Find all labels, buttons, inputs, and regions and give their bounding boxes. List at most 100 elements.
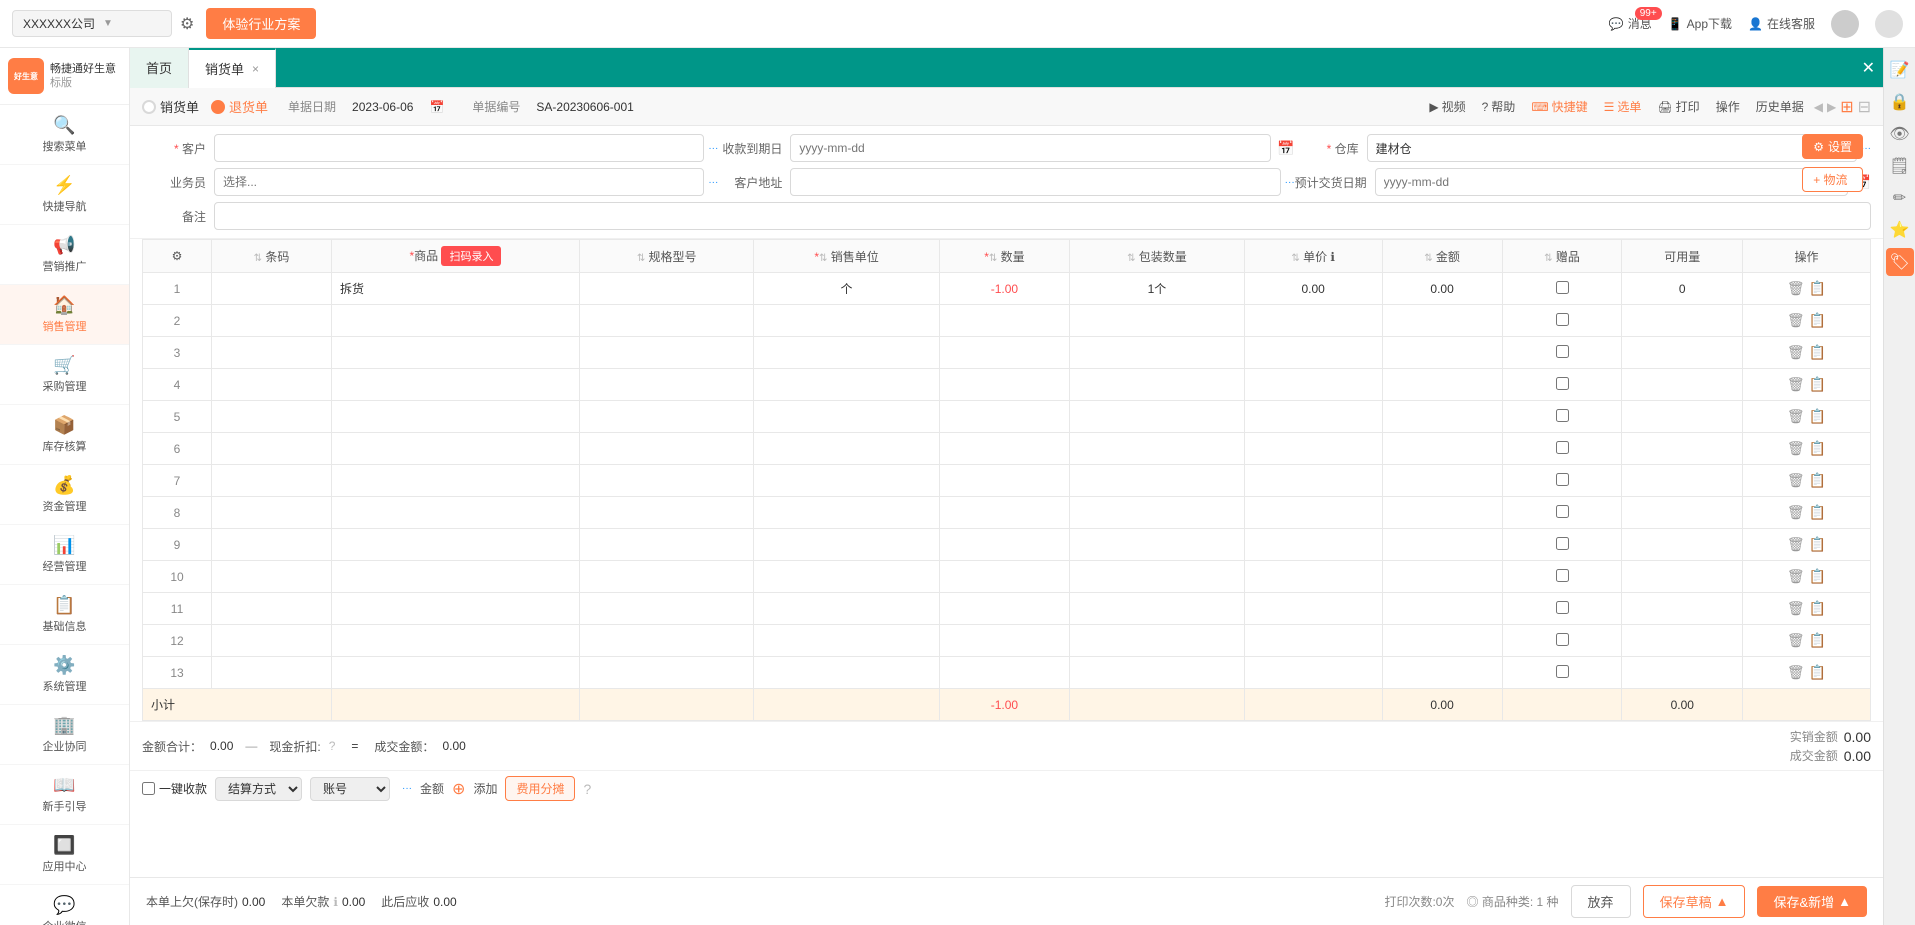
address-more-icon[interactable]: ··· (1285, 177, 1295, 188)
row-spec[interactable] (579, 337, 754, 369)
row-price[interactable] (1244, 465, 1382, 497)
salesperson-more-icon[interactable]: ··· (708, 177, 718, 188)
next-icon[interactable]: ▶ (1827, 100, 1836, 114)
row-product[interactable] (331, 433, 579, 465)
delete-row-icon[interactable]: 🗑 (1787, 408, 1805, 425)
radio-sale[interactable]: 销货单 (142, 97, 199, 116)
tab-home[interactable]: 首页 (130, 48, 189, 88)
row-gift[interactable] (1502, 337, 1622, 369)
row-amount[interactable] (1382, 401, 1502, 433)
sidebar-item-base[interactable]: 📋 基础信息 (0, 585, 129, 645)
row-pack-qty[interactable] (1070, 465, 1245, 497)
row-product[interactable] (331, 657, 579, 689)
row-price[interactable] (1244, 593, 1382, 625)
video-button[interactable]: ▶ 视频 (1423, 96, 1471, 117)
row-gift[interactable] (1502, 465, 1622, 497)
expense-split-button[interactable]: 费用分摊 (505, 776, 575, 801)
row-gift[interactable] (1502, 497, 1622, 529)
row-pack-qty[interactable] (1070, 337, 1245, 369)
col-settings[interactable]: ⚙ (143, 240, 212, 273)
due-date-calendar-icon[interactable]: 📅 (1277, 140, 1294, 157)
row-pack-qty[interactable] (1070, 433, 1245, 465)
shortcut-button[interactable]: ⌨ 快捷键 (1525, 96, 1593, 117)
one-click-payment-checkbox[interactable]: 一键收款 (142, 780, 207, 797)
row-gift[interactable] (1502, 305, 1622, 337)
delete-row-icon[interactable]: 🗑 (1787, 280, 1805, 297)
sidebar-item-enterprise[interactable]: 🏢 企业协同 (0, 705, 129, 765)
sidebar-item-quick[interactable]: ⚡ 快捷导航 (0, 165, 129, 225)
row-gift[interactable] (1502, 273, 1622, 305)
row-pack-qty[interactable] (1070, 625, 1245, 657)
row-barcode[interactable] (212, 465, 332, 497)
row-gift[interactable] (1502, 433, 1622, 465)
logistics-action-button[interactable]: + 物流 (1802, 167, 1863, 192)
row-product[interactable] (331, 465, 579, 497)
customer-input[interactable] (214, 134, 704, 162)
operate-button[interactable]: 操作 (1710, 96, 1746, 117)
remarks-input[interactable] (214, 202, 1871, 230)
row-qty[interactable] (939, 593, 1070, 625)
sidebar-item-purchase[interactable]: 🛒 采购管理 (0, 345, 129, 405)
expense-help-icon[interactable]: ? (583, 781, 591, 797)
row-price[interactable] (1244, 433, 1382, 465)
row-amount[interactable]: 0.00 (1382, 273, 1502, 305)
row-unit[interactable]: 个 (754, 273, 939, 305)
trial-button[interactable]: 体验行业方案 (206, 8, 316, 39)
row-spec[interactable] (579, 465, 754, 497)
row-spec[interactable] (579, 657, 754, 689)
row-product[interactable] (331, 497, 579, 529)
question-icon[interactable]: ? (329, 739, 336, 753)
row-qty[interactable] (939, 369, 1070, 401)
row-qty[interactable] (939, 401, 1070, 433)
row-amount[interactable] (1382, 305, 1502, 337)
row-amount[interactable] (1382, 657, 1502, 689)
payment-more-icon[interactable]: ··· (402, 783, 412, 794)
window-close-button[interactable]: ✕ (1862, 58, 1875, 78)
row-amount[interactable] (1382, 625, 1502, 657)
row-spec[interactable] (579, 561, 754, 593)
row-price[interactable] (1244, 657, 1382, 689)
row-barcode[interactable] (212, 625, 332, 657)
copy-row-icon[interactable]: 📋 (1809, 600, 1826, 617)
prev-icon[interactable]: ◀ (1814, 100, 1823, 114)
salesperson-input[interactable] (214, 168, 704, 196)
row-pack-qty[interactable] (1070, 529, 1245, 561)
row-price[interactable] (1244, 561, 1382, 593)
row-unit[interactable] (754, 625, 939, 657)
copy-row-icon[interactable]: 📋 (1809, 440, 1826, 457)
row-price[interactable] (1244, 337, 1382, 369)
row-amount[interactable] (1382, 433, 1502, 465)
copy-row-icon[interactable]: 📋 (1809, 280, 1826, 297)
row-spec[interactable] (579, 497, 754, 529)
row-gift[interactable] (1502, 369, 1622, 401)
row-barcode[interactable] (212, 529, 332, 561)
expected-date-input[interactable] (1375, 168, 1848, 196)
row-gift[interactable] (1502, 625, 1622, 657)
calendar-icon[interactable]: 📅 (429, 100, 444, 114)
row-qty[interactable] (939, 529, 1070, 561)
customer-address-input[interactable] (790, 168, 1280, 196)
row-price[interactable] (1244, 625, 1382, 657)
row-qty[interactable] (939, 561, 1070, 593)
history-button[interactable]: 历史单据 (1750, 96, 1810, 117)
row-spec[interactable] (579, 369, 754, 401)
row-unit[interactable] (754, 593, 939, 625)
row-qty[interactable] (939, 433, 1070, 465)
row-spec[interactable] (579, 529, 754, 561)
delete-row-icon[interactable]: 🗑 (1787, 632, 1805, 649)
row-barcode[interactable] (212, 305, 332, 337)
right-panel-btn-3[interactable]: 👁 (1886, 120, 1914, 148)
delete-row-icon[interactable]: 🗑 (1787, 536, 1805, 553)
row-gift[interactable] (1502, 401, 1622, 433)
row-pack-qty[interactable] (1070, 593, 1245, 625)
row-pack-qty[interactable] (1070, 561, 1245, 593)
notification-button[interactable]: 💬 消息 99+ (1609, 15, 1652, 32)
row-gift[interactable] (1502, 561, 1622, 593)
copy-row-icon[interactable]: 📋 (1809, 632, 1826, 649)
warehouse-input[interactable] (1367, 134, 1857, 162)
sidebar-item-marketing[interactable]: 📢 营销推广 (0, 225, 129, 285)
row-qty[interactable] (939, 625, 1070, 657)
row-unit[interactable] (754, 497, 939, 529)
row-unit[interactable] (754, 369, 939, 401)
row-price[interactable] (1244, 369, 1382, 401)
